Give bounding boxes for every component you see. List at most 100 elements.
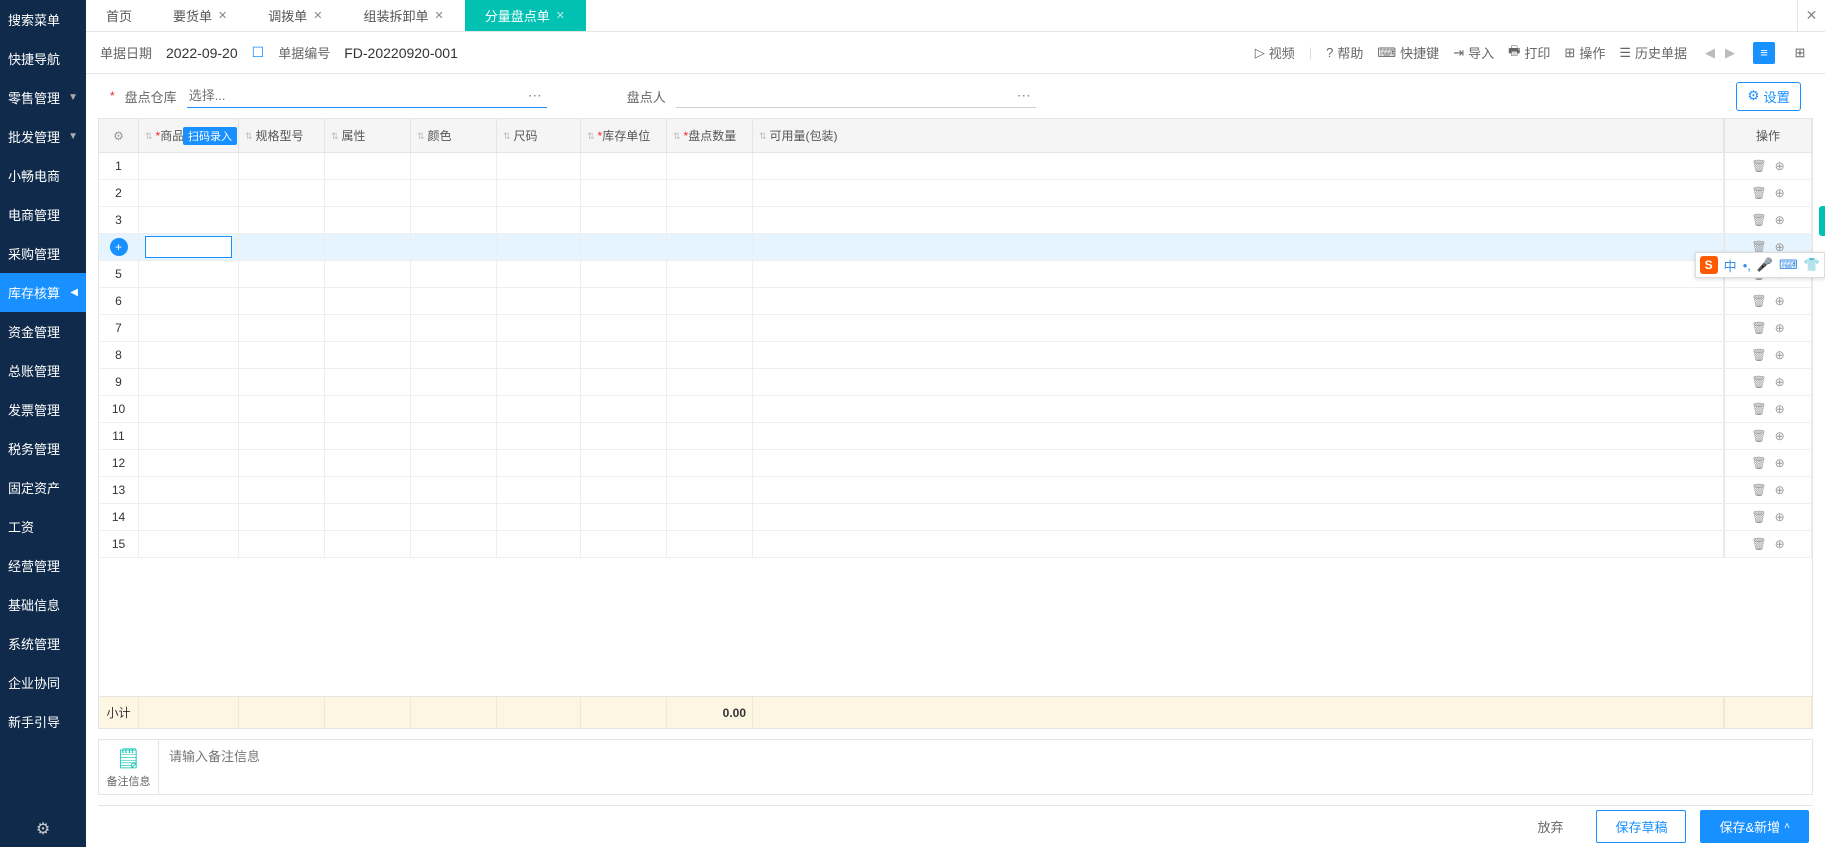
delete-row-icon[interactable]: 🗑	[1751, 483, 1766, 497]
cell[interactable]	[581, 396, 667, 422]
cell[interactable]	[581, 504, 667, 530]
nav-next-icon[interactable]: ▶	[1721, 43, 1739, 63]
cell[interactable]	[139, 450, 239, 476]
sidebar-item-7[interactable]: 库存核算◀	[0, 273, 86, 312]
close-icon[interactable]: ✕	[313, 9, 322, 22]
cell[interactable]	[581, 153, 667, 179]
tab-4[interactable]: 分量盘点单✕	[465, 0, 586, 31]
cell[interactable]	[411, 261, 497, 287]
cell[interactable]	[581, 207, 667, 233]
cell[interactable]	[411, 153, 497, 179]
delete-row-icon[interactable]: 🗑	[1751, 429, 1766, 443]
cell[interactable]	[497, 369, 581, 395]
history-link[interactable]: ☰历史单据	[1619, 43, 1687, 62]
sidebar-settings-icon[interactable]: ⚙	[0, 811, 86, 847]
cell[interactable]	[411, 288, 497, 314]
cell[interactable]	[325, 504, 411, 530]
col-unit[interactable]: ⇅*库存单位	[581, 119, 667, 152]
cell[interactable]	[753, 180, 1724, 206]
table-row[interactable]: 11🗑⊕	[99, 423, 1812, 450]
remark-input[interactable]	[159, 740, 1812, 794]
cell[interactable]	[581, 423, 667, 449]
copy-row-icon[interactable]: ⊕	[1775, 510, 1785, 524]
cell[interactable]	[139, 396, 239, 422]
cell[interactable]	[667, 423, 753, 449]
save-draft-button[interactable]: 保存草稿	[1596, 810, 1686, 843]
cell[interactable]	[581, 234, 667, 260]
tab-0[interactable]: 首页	[86, 0, 153, 31]
cell[interactable]	[753, 342, 1724, 368]
cell[interactable]	[411, 423, 497, 449]
cell[interactable]	[497, 450, 581, 476]
cell[interactable]	[667, 315, 753, 341]
table-row[interactable]: 5🗑⊕	[99, 261, 1812, 288]
cell[interactable]	[239, 342, 325, 368]
cell[interactable]	[325, 288, 411, 314]
table-row[interactable]: 12🗑⊕	[99, 450, 1812, 477]
cell[interactable]	[239, 531, 325, 557]
cell[interactable]	[667, 207, 753, 233]
cell[interactable]	[581, 450, 667, 476]
cell[interactable]	[411, 504, 497, 530]
copy-row-icon[interactable]: ⊕	[1775, 402, 1785, 416]
cell[interactable]	[411, 531, 497, 557]
cell[interactable]	[581, 288, 667, 314]
cell[interactable]	[325, 342, 411, 368]
cell[interactable]	[753, 315, 1724, 341]
cell[interactable]	[139, 342, 239, 368]
table-row[interactable]: 2🗑⊕	[99, 180, 1812, 207]
cell[interactable]	[497, 180, 581, 206]
sidebar-item-10[interactable]: 发票管理	[0, 390, 86, 429]
cell[interactable]	[667, 261, 753, 287]
view-list-icon[interactable]: ≡	[1753, 42, 1775, 64]
cell[interactable]	[753, 504, 1724, 530]
cell[interactable]	[667, 288, 753, 314]
nav-prev-icon[interactable]: ◀	[1701, 43, 1719, 63]
ops-link[interactable]: ⊞操作	[1564, 43, 1605, 62]
copy-row-icon[interactable]: ⊕	[1775, 537, 1785, 551]
cell[interactable]	[497, 342, 581, 368]
cell[interactable]	[667, 504, 753, 530]
stocktaker-input[interactable]	[676, 84, 1013, 107]
cell[interactable]	[753, 423, 1724, 449]
cell[interactable]	[497, 477, 581, 503]
cell[interactable]	[239, 396, 325, 422]
cell[interactable]	[239, 180, 325, 206]
copy-row-icon[interactable]: ⊕	[1775, 375, 1785, 389]
col-attr[interactable]: ⇅属性	[325, 119, 411, 152]
view-grid-icon[interactable]: ⊞	[1789, 42, 1811, 64]
tab-1[interactable]: 要货单✕	[153, 0, 248, 31]
date-value[interactable]: 2022-09-20	[166, 45, 238, 61]
header-gear[interactable]: ⚙	[99, 119, 139, 152]
add-row-icon[interactable]: +	[110, 238, 128, 256]
cell[interactable]	[753, 207, 1724, 233]
cell[interactable]	[753, 450, 1724, 476]
cell[interactable]	[325, 369, 411, 395]
cell[interactable]	[139, 180, 239, 206]
cell[interactable]	[411, 234, 497, 260]
table-row[interactable]: 1🗑⊕	[99, 153, 1812, 180]
cell[interactable]	[753, 369, 1724, 395]
cell[interactable]	[239, 234, 325, 260]
cell[interactable]	[581, 261, 667, 287]
cell[interactable]	[239, 315, 325, 341]
print-link[interactable]: 🖶打印	[1508, 42, 1550, 64]
calendar-icon[interactable]: ☐	[252, 44, 265, 61]
sidebar-item-2[interactable]: 零售管理▼	[0, 78, 86, 117]
cell[interactable]	[239, 288, 325, 314]
table-row[interactable]: 3🗑⊕	[99, 207, 1812, 234]
delete-row-icon[interactable]: 🗑	[1751, 186, 1766, 200]
hotkey-link[interactable]: ⌨快捷键	[1377, 43, 1439, 62]
ime-mic-icon[interactable]: 🎤	[1757, 257, 1773, 273]
warehouse-input[interactable]	[187, 84, 524, 107]
cell[interactable]	[581, 342, 667, 368]
cell[interactable]	[325, 315, 411, 341]
sidebar-item-16[interactable]: 系统管理	[0, 624, 86, 663]
cell[interactable]	[667, 531, 753, 557]
cell[interactable]	[239, 450, 325, 476]
sidebar-item-6[interactable]: 采购管理	[0, 234, 86, 273]
cell[interactable]	[667, 450, 753, 476]
copy-row-icon[interactable]: ⊕	[1775, 294, 1785, 308]
cell[interactable]	[497, 261, 581, 287]
col-color[interactable]: ⇅颜色	[411, 119, 497, 152]
